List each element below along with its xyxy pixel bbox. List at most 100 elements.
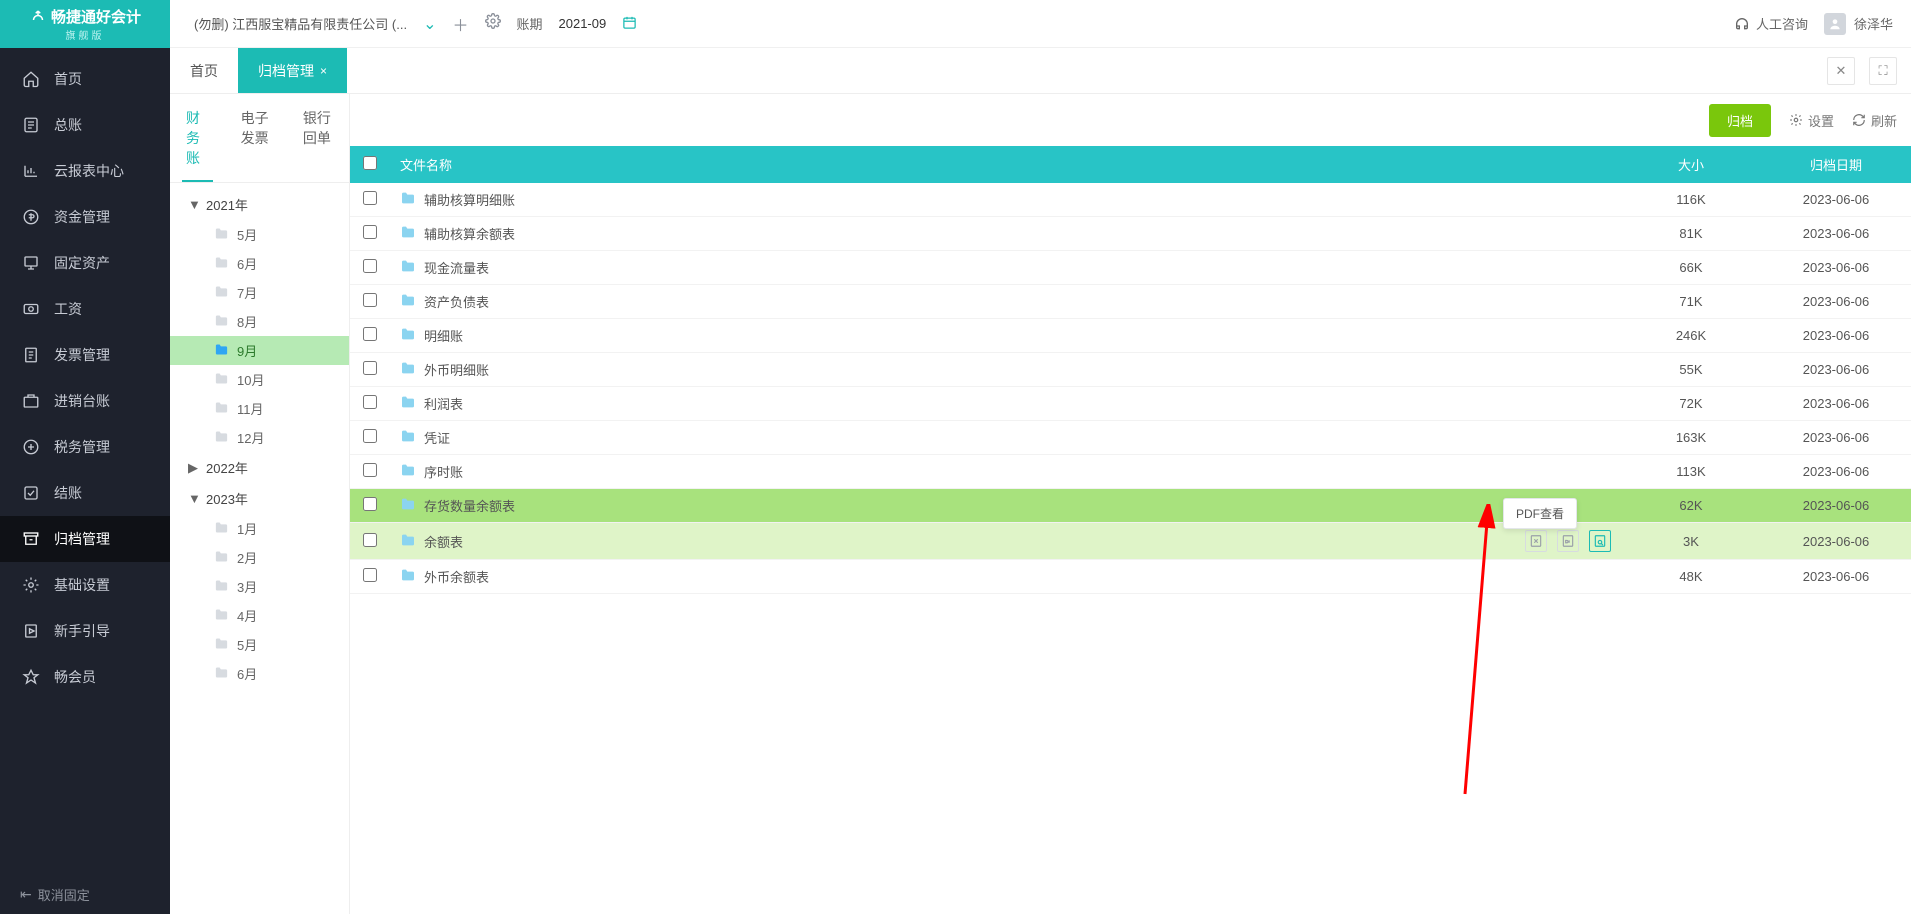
tree-month[interactable]: 2月 <box>170 543 349 572</box>
consult-button[interactable]: 人工咨询 <box>1734 14 1808 33</box>
nav-item-invoice[interactable]: 发票管理 <box>0 332 170 378</box>
row-checkbox[interactable] <box>363 225 377 239</box>
table-row[interactable]: 现金流量表66K2023-06-06 <box>350 251 1911 285</box>
calendar-icon[interactable] <box>622 15 637 33</box>
export-excel-icon[interactable] <box>1525 530 1547 552</box>
row-checkbox[interactable] <box>363 463 377 477</box>
file-size: 113K <box>1621 455 1761 489</box>
nav-item-guide[interactable]: 新手引导 <box>0 608 170 654</box>
nav-item-fund[interactable]: 资金管理 <box>0 194 170 240</box>
row-checkbox[interactable] <box>363 497 377 511</box>
nav-item-asset[interactable]: 固定资产 <box>0 240 170 286</box>
table-row[interactable]: 外币余额表48K2023-06-06 <box>350 560 1911 594</box>
folder-icon <box>400 326 416 345</box>
period-value[interactable]: 2021-09 <box>559 16 607 31</box>
tree-month[interactable]: 7月 <box>170 278 349 307</box>
nav-item-home[interactable]: 首页 <box>0 56 170 102</box>
page-tabs: 首页归档管理× ✕ ⛶ <box>170 48 1911 94</box>
close-tab-button[interactable]: ✕ <box>1827 57 1855 85</box>
folder-icon <box>214 665 229 683</box>
unpin-button[interactable]: ⇤ 取消固定 <box>0 874 170 914</box>
nav-item-salary[interactable]: 工资 <box>0 286 170 332</box>
tree-month[interactable]: 8月 <box>170 307 349 336</box>
row-checkbox[interactable] <box>363 429 377 443</box>
nav-item-member[interactable]: 畅会员 <box>0 654 170 700</box>
row-checkbox[interactable] <box>363 327 377 341</box>
nav-item-close[interactable]: 结账 <box>0 470 170 516</box>
row-checkbox[interactable] <box>363 568 377 582</box>
user-menu[interactable]: 徐泽华 <box>1824 13 1893 35</box>
row-checkbox[interactable] <box>363 533 377 547</box>
row-checkbox[interactable] <box>363 293 377 307</box>
subtab[interactable]: 银行回单 <box>287 94 349 182</box>
table-row[interactable]: 资产负债表71K2023-06-06 <box>350 285 1911 319</box>
tree-month[interactable]: 1月 <box>170 514 349 543</box>
folder-icon <box>214 578 229 596</box>
row-checkbox[interactable] <box>363 361 377 375</box>
fund-icon <box>22 208 40 226</box>
tree-month[interactable]: 11月 <box>170 394 349 423</box>
ledger-icon <box>22 116 40 134</box>
tree-month[interactable]: 3月 <box>170 572 349 601</box>
company-selector[interactable]: (勿删) 江西服宝精品有限责任公司 (... <box>194 14 407 33</box>
folder-icon <box>214 520 229 538</box>
refresh-link[interactable]: 刷新 <box>1852 111 1897 130</box>
row-checkbox[interactable] <box>363 259 377 273</box>
plus-icon[interactable]: ＋ <box>452 12 468 36</box>
chevron-down-icon[interactable]: ⌄ <box>423 14 436 34</box>
tree-month[interactable]: 9月 <box>170 336 349 365</box>
folder-icon <box>214 636 229 654</box>
close-icon[interactable]: × <box>320 64 327 78</box>
gear-icon[interactable] <box>485 13 501 34</box>
nav-item-report[interactable]: 云报表中心 <box>0 148 170 194</box>
table-row[interactable]: 辅助核算余额表81K2023-06-06 <box>350 217 1911 251</box>
tree-year[interactable]: ▶2022年 <box>170 452 349 483</box>
table-row[interactable]: 明细账246K2023-06-06 <box>350 319 1911 353</box>
archive-date: 2023-06-06 <box>1761 285 1911 319</box>
subtab[interactable]: 电子发票 <box>225 94 287 182</box>
nav-item-archive[interactable]: 归档管理 <box>0 516 170 562</box>
export-pdf-icon[interactable] <box>1557 530 1579 552</box>
tree-month[interactable]: 10月 <box>170 365 349 394</box>
file-name: 序时账 <box>400 462 1611 481</box>
archive-date: 2023-06-06 <box>1761 455 1911 489</box>
table-row[interactable]: 外币明细账55K2023-06-06 <box>350 353 1911 387</box>
nav-label: 固定资产 <box>54 253 110 273</box>
nav-item-ledger[interactable]: 总账 <box>0 102 170 148</box>
table-row[interactable]: 余额表3K2023-06-06 <box>350 523 1911 560</box>
settings-link[interactable]: 设置 <box>1789 111 1834 130</box>
file-size: 163K <box>1621 421 1761 455</box>
select-all-checkbox[interactable] <box>363 156 377 170</box>
tree-month[interactable]: 5月 <box>170 220 349 249</box>
row-checkbox[interactable] <box>363 395 377 409</box>
tree-year[interactable]: ▼2023年 <box>170 483 349 514</box>
folder-icon <box>400 394 416 413</box>
table-row[interactable]: 辅助核算明细账116K2023-06-06 <box>350 183 1911 217</box>
archive-date: 2023-06-06 <box>1761 489 1911 523</box>
archive-date: 2023-06-06 <box>1761 523 1911 560</box>
nav-item-setting[interactable]: 基础设置 <box>0 562 170 608</box>
nav-item-psi[interactable]: 进销台账 <box>0 378 170 424</box>
page-tab[interactable]: 归档管理× <box>238 48 347 93</box>
tree-month[interactable]: 4月 <box>170 601 349 630</box>
table-row[interactable]: 存货数量余额表62K2023-06-06 <box>350 489 1911 523</box>
table-row[interactable]: 利润表72K2023-06-06 <box>350 387 1911 421</box>
tree-month[interactable]: 6月 <box>170 659 349 688</box>
archive-button[interactable]: 归档 <box>1709 104 1771 137</box>
nav-item-tax[interactable]: 税务管理 <box>0 424 170 470</box>
page-tab[interactable]: 首页 <box>170 48 238 93</box>
tree-month[interactable]: 6月 <box>170 249 349 278</box>
tree-year[interactable]: ▼2021年 <box>170 189 349 220</box>
row-checkbox[interactable] <box>363 191 377 205</box>
tree-month[interactable]: 12月 <box>170 423 349 452</box>
table-row[interactable]: 序时账 113K2023-06-06 <box>350 455 1911 489</box>
fullscreen-button[interactable]: ⛶ <box>1869 57 1897 85</box>
tree-month[interactable]: 5月 <box>170 630 349 659</box>
file-name: 明细账 <box>400 326 1611 345</box>
folder-icon <box>214 549 229 567</box>
folder-icon <box>400 462 416 481</box>
subtab[interactable]: 财务账 <box>170 94 225 182</box>
table-row[interactable]: 凭证163K2023-06-06 <box>350 421 1911 455</box>
view-pdf-icon[interactable] <box>1589 530 1611 552</box>
folder-icon <box>400 258 416 277</box>
